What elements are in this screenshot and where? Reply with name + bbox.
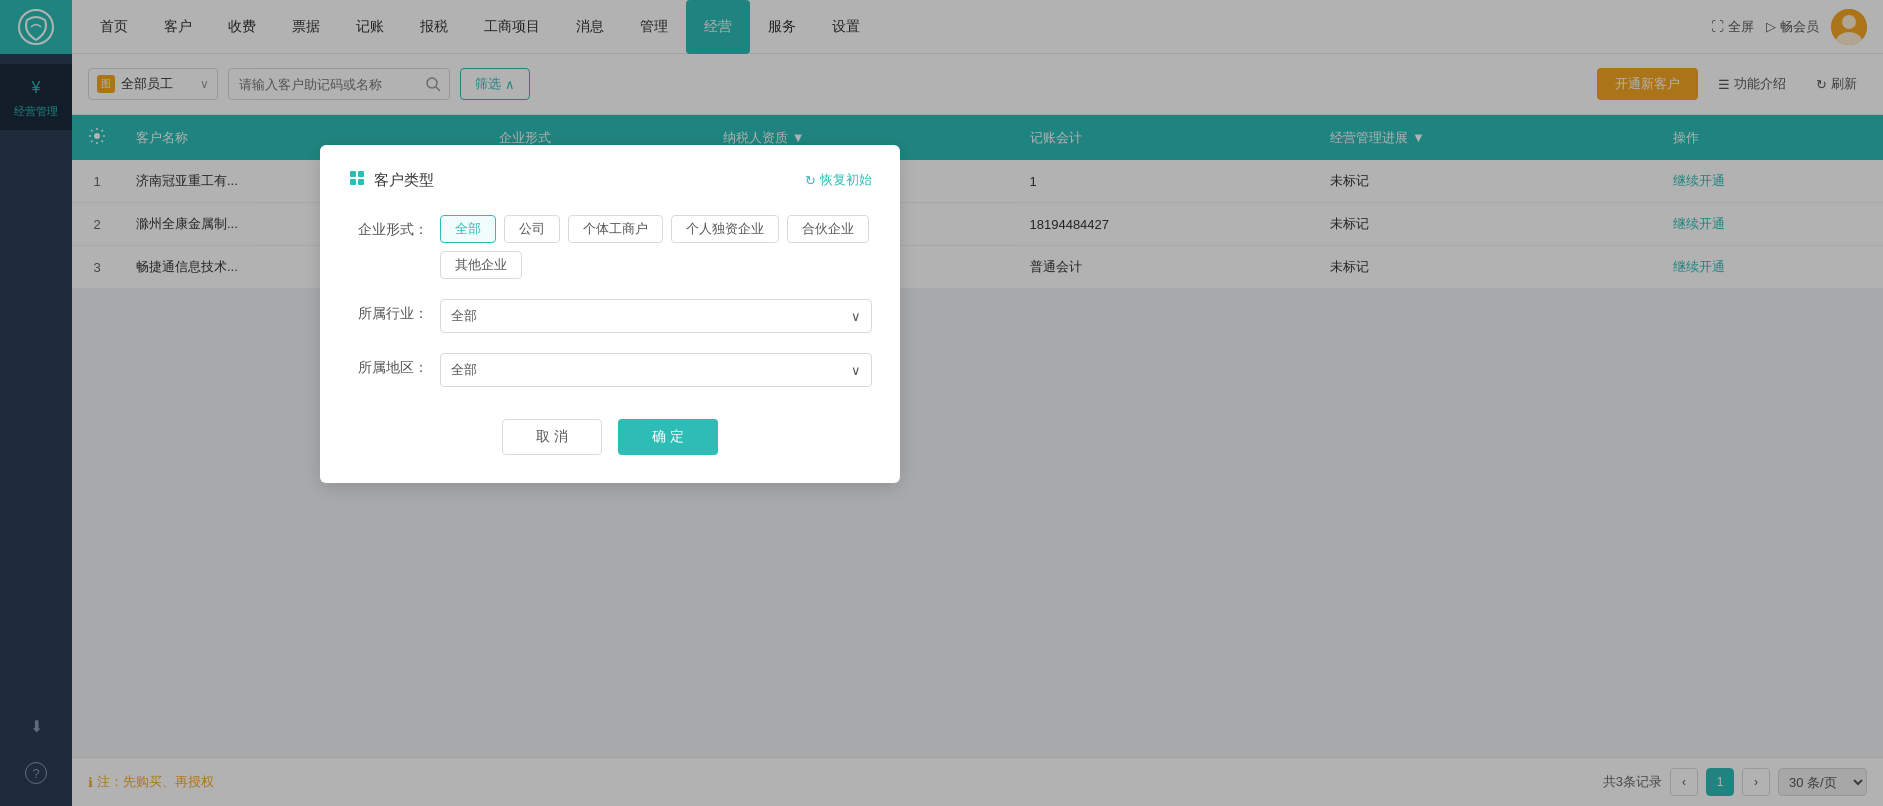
svg-rect-9: [358, 179, 364, 185]
modal-title: 客户类型: [348, 169, 434, 191]
modal-title-icon: [348, 169, 366, 191]
type-btn-company[interactable]: 公司: [504, 215, 560, 243]
industry-label: 所属行业：: [348, 299, 428, 323]
enterprise-type-buttons: 全部 公司 个体工商户 个人独资企业 合伙企业 其他企业: [440, 215, 872, 279]
type-btn-partnership[interactable]: 合伙企业: [787, 215, 869, 243]
type-btn-sole[interactable]: 个人独资企业: [671, 215, 779, 243]
type-btn-other[interactable]: 其他企业: [440, 251, 522, 279]
region-select[interactable]: 全部 ∨: [440, 353, 872, 387]
type-btn-individual[interactable]: 个体工商户: [568, 215, 663, 243]
cancel-button[interactable]: 取 消: [502, 419, 602, 455]
region-select-arrow: ∨: [851, 363, 861, 378]
svg-rect-8: [350, 179, 356, 185]
industry-content: 全部 ∨: [440, 299, 872, 333]
filter-modal-overlay: 客户类型 ↻ 恢复初始 企业形式： 全部 公司 个体工商户 个人独资企业 合伙企…: [0, 0, 1883, 806]
reset-icon: ↻: [805, 173, 816, 188]
modal-footer: 取 消 确 定: [348, 419, 872, 455]
svg-rect-6: [350, 171, 356, 177]
enterprise-form-content: 全部 公司 个体工商户 个人独资企业 合伙企业 其他企业: [440, 215, 872, 279]
confirm-button[interactable]: 确 定: [618, 419, 718, 455]
svg-rect-7: [358, 171, 364, 177]
filter-modal: 客户类型 ↻ 恢复初始 企业形式： 全部 公司 个体工商户 个人独资企业 合伙企…: [320, 145, 900, 483]
industry-select-arrow: ∨: [851, 309, 861, 324]
industry-row: 所属行业： 全部 ∨: [348, 299, 872, 333]
industry-select[interactable]: 全部 ∨: [440, 299, 872, 333]
enterprise-form-label: 企业形式：: [348, 215, 428, 239]
reset-button[interactable]: ↻ 恢复初始: [805, 171, 872, 189]
region-label: 所属地区：: [348, 353, 428, 377]
region-row: 所属地区： 全部 ∨: [348, 353, 872, 387]
enterprise-form-row: 企业形式： 全部 公司 个体工商户 个人独资企业 合伙企业 其他企业: [348, 215, 872, 279]
modal-header: 客户类型 ↻ 恢复初始: [348, 169, 872, 191]
region-content: 全部 ∨: [440, 353, 872, 387]
type-btn-all[interactable]: 全部: [440, 215, 496, 243]
